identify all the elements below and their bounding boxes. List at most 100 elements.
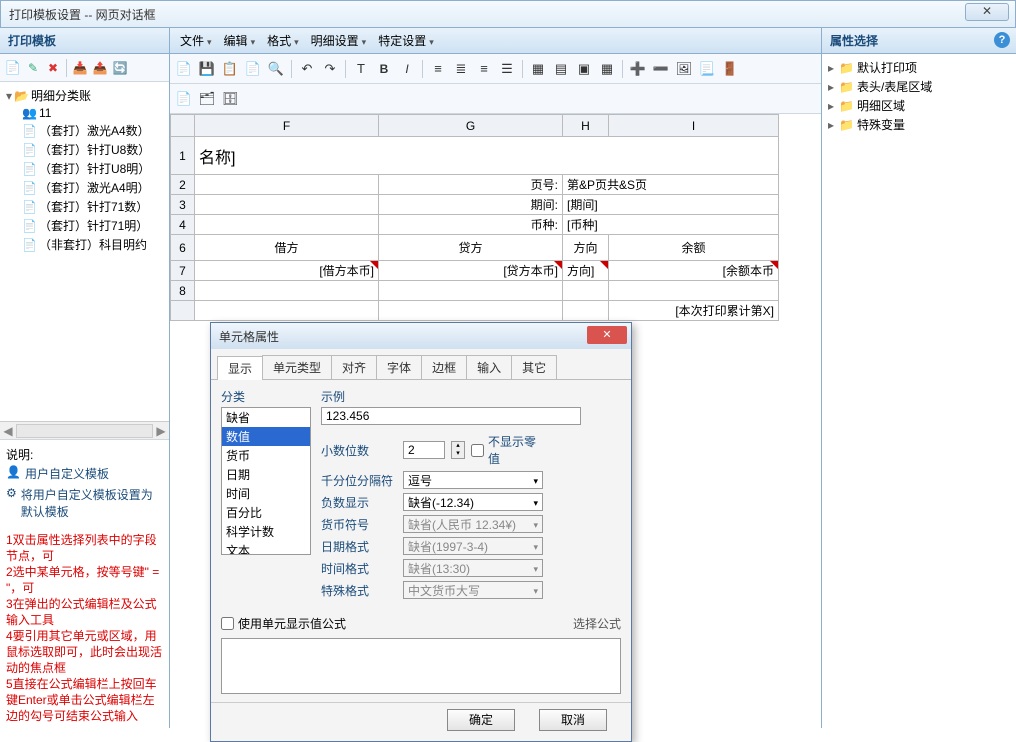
cell[interactable]: [借方本币] [195, 261, 379, 281]
negative-select[interactable]: 缺省(-12.34) [403, 493, 543, 511]
use-formula-input[interactable] [221, 617, 234, 630]
select-formula-link[interactable]: 选择公式 [573, 615, 621, 632]
row-header[interactable]: 2 [171, 175, 195, 195]
thousand-select[interactable]: 逗号 [403, 471, 543, 489]
delete-row-icon[interactable]: ➖ [651, 59, 671, 79]
property-tree[interactable]: ▸默认打印项 ▸表头/表尾区域 ▸明细区域 ▸特殊变量 [822, 54, 1016, 138]
cell[interactable] [379, 281, 563, 301]
tab-input[interactable]: 输入 [466, 355, 512, 379]
row-header[interactable]: 7 [171, 261, 195, 281]
col-header[interactable]: G [379, 115, 563, 137]
import-icon[interactable] [71, 59, 89, 77]
help-icon[interactable]: ? [994, 32, 1010, 48]
dialog-close-button[interactable]: ✕ [587, 326, 627, 344]
tab-font[interactable]: 字体 [376, 355, 422, 379]
export-icon[interactable] [91, 59, 109, 77]
category-item[interactable]: 百分比 [222, 503, 310, 522]
align-center-icon[interactable]: ≣ [451, 59, 471, 79]
tool-b-icon[interactable]: 🗂 [197, 89, 217, 109]
row-header[interactable]: 3 [171, 195, 195, 215]
left-scrollbar[interactable]: ◀ ▶ [0, 421, 169, 439]
cell[interactable]: [余额本币 [609, 261, 779, 281]
cell[interactable] [195, 195, 379, 215]
cell[interactable]: 第&P页共&S页 [563, 175, 779, 195]
font-icon[interactable]: T [351, 59, 371, 79]
cell[interactable] [195, 301, 379, 321]
hide-zero-checkbox[interactable]: 不显示零值 [471, 433, 547, 467]
tab-other[interactable]: 其它 [511, 355, 557, 379]
insert-row-icon[interactable]: ➕ [628, 59, 648, 79]
scroll-left-icon[interactable]: ◀ [0, 424, 16, 438]
col-header[interactable]: H [563, 115, 609, 137]
menu-special[interactable]: 特定设置 [372, 32, 440, 49]
cell[interactable]: 币种: [379, 215, 563, 235]
cell[interactable] [563, 281, 609, 301]
rtree-item[interactable]: ▸明细区域 [826, 96, 1012, 115]
refresh-icon[interactable] [111, 59, 129, 77]
category-item[interactable]: 货币 [222, 446, 310, 465]
tool-a-icon[interactable]: 📄 [174, 89, 194, 109]
cell[interactable]: [本次打印累计第X] [609, 301, 779, 321]
spin-down-icon[interactable]: ▾ [452, 450, 464, 458]
grid-icon[interactable]: ▦ [597, 59, 617, 79]
cell[interactable]: [贷方本币] [379, 261, 563, 281]
expand-icon[interactable]: ▸ [826, 80, 836, 94]
tree-item[interactable]: （套打）激光A4明） [20, 178, 167, 197]
align-justify-icon[interactable]: ☰ [497, 59, 517, 79]
tab-celltype[interactable]: 单元类型 [262, 355, 332, 379]
merge-icon[interactable]: ▦ [528, 59, 548, 79]
use-formula-checkbox[interactable]: 使用单元显示值公式 [221, 615, 346, 632]
tree-item[interactable]: （套打）针打71数） [20, 197, 167, 216]
cell[interactable] [609, 281, 779, 301]
cell[interactable]: 方向 [563, 235, 609, 261]
cell[interactable] [563, 301, 609, 321]
tree-item[interactable]: （套打）针打U8明） [20, 159, 167, 178]
cell[interactable]: 借方 [195, 235, 379, 261]
menu-edit[interactable]: 编辑 [218, 32, 262, 49]
tree-item[interactable]: （套打）激光A4数） [20, 121, 167, 140]
align-left-icon[interactable]: ≡ [428, 59, 448, 79]
formula-textarea[interactable] [221, 638, 621, 694]
tree-item[interactable]: （非套打）科目明约 [20, 235, 167, 254]
cell[interactable]: [币种] [563, 215, 779, 235]
new-icon[interactable]: 📄 [174, 59, 194, 79]
cell[interactable] [195, 175, 379, 195]
menu-detail[interactable]: 明细设置 [305, 32, 373, 49]
scroll-right-icon[interactable]: ▶ [153, 424, 169, 438]
tab-align[interactable]: 对齐 [331, 355, 377, 379]
tool-c-icon[interactable]: 🗄 [220, 89, 240, 109]
rtree-item[interactable]: ▸默认打印项 [826, 58, 1012, 77]
category-list[interactable]: 缺省 数值 货币 日期 时间 百分比 科学计数 文本 特殊格式 [221, 407, 311, 555]
row-header[interactable]: 1 [171, 137, 195, 175]
cell[interactable] [195, 215, 379, 235]
row-header[interactable]: 4 [171, 215, 195, 235]
dialog-titlebar[interactable]: 单元格属性 ✕ [211, 323, 631, 349]
paste-icon[interactable]: 📄 [243, 59, 263, 79]
redo-icon[interactable]: ↷ [320, 59, 340, 79]
menu-format[interactable]: 格式 [261, 32, 305, 49]
tree-item[interactable]: （套打）针打71明） [20, 216, 167, 235]
expand-icon[interactable]: ▸ [826, 118, 836, 132]
cell[interactable]: 页号: [379, 175, 563, 195]
rtree-item[interactable]: ▸特殊变量 [826, 115, 1012, 134]
edit-template-icon[interactable] [24, 59, 42, 77]
page-icon[interactable]: 📃 [697, 59, 717, 79]
preview-icon[interactable]: 🔍 [266, 59, 286, 79]
tree-collapse-icon[interactable]: ▾ [4, 89, 14, 103]
window-close-button[interactable]: ✕ [965, 3, 1009, 21]
cell[interactable]: [期间] [563, 195, 779, 215]
corner-cell[interactable] [171, 115, 195, 137]
cell[interactable]: 余额 [609, 235, 779, 261]
row-header[interactable] [171, 301, 195, 321]
border-icon[interactable]: ▣ [574, 59, 594, 79]
delete-template-icon[interactable] [44, 59, 62, 77]
hide-zero-input[interactable] [471, 444, 484, 457]
col-header[interactable]: F [195, 115, 379, 137]
tree-root[interactable]: ▾ 明细分类账 [2, 86, 167, 105]
new-template-icon[interactable] [4, 59, 22, 77]
decimals-spinner[interactable]: ▴▾ [451, 441, 465, 459]
col-header[interactable]: I [609, 115, 779, 137]
tab-display[interactable]: 显示 [217, 356, 263, 380]
cell[interactable] [379, 301, 563, 321]
template-tree[interactable]: ▾ 明细分类账 11 （套打）激光A4数） （套打）针打U8数） （套打）针打U… [0, 82, 169, 421]
